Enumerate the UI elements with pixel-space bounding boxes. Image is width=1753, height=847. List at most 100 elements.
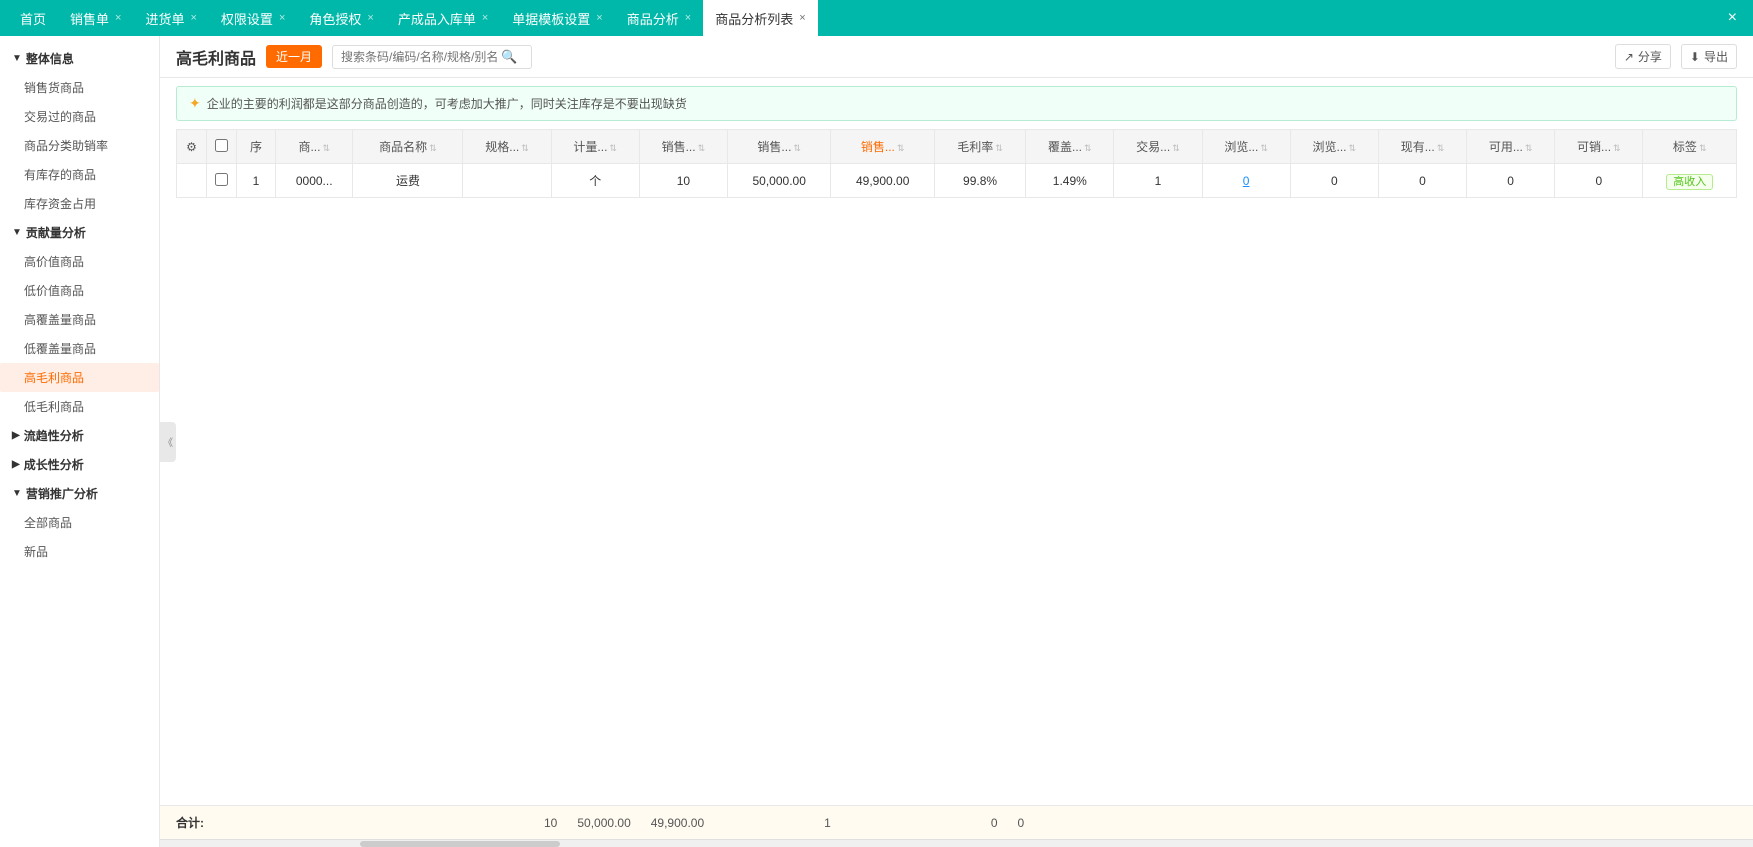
col-sale-amt[interactable]: 销售...⇅ <box>727 130 830 164</box>
sidebar-item-new-goods[interactable]: 新品 <box>0 537 159 566</box>
sidebar-item-traded-goods[interactable]: 交易过的商品 <box>0 102 159 131</box>
cell-sale-amt2: 49,900.00 <box>831 164 934 198</box>
sidebar-item-in-stock[interactable]: 有库存的商品 <box>0 160 159 189</box>
sidebar-item-category-rate[interactable]: 商品分类助销率 <box>0 131 159 160</box>
export-button[interactable]: ⬇ 导出 <box>1681 44 1737 69</box>
col-spec[interactable]: 规格...⇅ <box>463 130 551 164</box>
row-checkbox[interactable] <box>215 173 228 186</box>
top-navigation: 首页 销售单 × 进货单 × 权限设置 × 角色授权 × 产成品入库单 × 单据… <box>0 0 1753 36</box>
cell-check[interactable] <box>207 164 237 198</box>
nav-roles[interactable]: 角色授权 × <box>297 0 385 36</box>
cell-code: 0000... <box>275 164 352 198</box>
search-box: 🔍 <box>332 45 532 69</box>
arrow-icon: ▼ <box>12 53 22 64</box>
sidebar-item-high-margin[interactable]: 高毛利商品 <box>0 363 159 392</box>
footer-available: 0 <box>1018 816 1025 830</box>
arrow-icon-3: ▶ <box>12 430 20 441</box>
sidebar-item-stock-capital[interactable]: 库存资金占用 <box>0 189 159 218</box>
nav-permissions[interactable]: 权限设置 × <box>209 0 297 36</box>
cell-unit: 个 <box>551 164 639 198</box>
cell-spec <box>463 164 551 198</box>
sidebar-group-contribution[interactable]: ▼ 贡献量分析 <box>0 218 159 247</box>
close-permissions-tab[interactable]: × <box>279 12 285 24</box>
col-trade[interactable]: 交易...⇅ <box>1114 130 1202 164</box>
sidebar-group-overview[interactable]: ▼ 整体信息 <box>0 44 159 73</box>
table-row: 1 0000... 运费 个 10 50,000.00 49,900.00 99… <box>177 164 1737 198</box>
sidebar-group-marketing[interactable]: ▼ 营销推广分析 <box>0 479 159 508</box>
sidebar-item-low-margin[interactable]: 低毛利商品 <box>0 392 159 421</box>
select-all-checkbox[interactable] <box>215 139 228 152</box>
col-sale-amt2[interactable]: 销售...⇅ <box>831 130 934 164</box>
info-icon: ✦ <box>189 95 201 112</box>
close-template-tab[interactable]: × <box>596 12 602 24</box>
cell-tag: 高收入 <box>1643 164 1737 198</box>
arrow-icon-2: ▼ <box>12 227 22 238</box>
close-sales-tab[interactable]: × <box>115 12 121 24</box>
col-current[interactable]: 现有...⇅ <box>1378 130 1466 164</box>
collapse-sidebar-button[interactable]: 《 <box>160 422 176 462</box>
cell-trade: 1 <box>1114 164 1202 198</box>
col-browse2[interactable]: 浏览...⇅ <box>1290 130 1378 164</box>
col-saleable[interactable]: 可销...⇅ <box>1555 130 1643 164</box>
page-title: 高毛利商品 <box>176 45 256 69</box>
sidebar: ▼ 整体信息 销售货商品 交易过的商品 商品分类助销率 有库存的商品 库存资金占… <box>0 36 160 847</box>
sidebar-item-low-coverage[interactable]: 低覆盖量商品 <box>0 334 159 363</box>
cell-gross-rate: 99.8% <box>934 164 1025 198</box>
col-sale-qty[interactable]: 销售...⇅ <box>639 130 727 164</box>
close-product-analysis-list-tab[interactable]: × <box>799 12 805 24</box>
main-layout: ▼ 整体信息 销售货商品 交易过的商品 商品分类助销率 有库存的商品 库存资金占… <box>0 36 1753 847</box>
col-name[interactable]: 商品名称⇅ <box>353 130 463 164</box>
cell-browse2: 0 <box>1290 164 1378 198</box>
nav-product-analysis[interactable]: 商品分析 × <box>615 0 703 36</box>
col-unit[interactable]: 计量...⇅ <box>551 130 639 164</box>
cell-browse1[interactable]: 0 <box>1202 164 1290 198</box>
arrow-icon-4: ▶ <box>12 459 20 470</box>
close-roles-tab[interactable]: × <box>367 12 373 24</box>
sidebar-group-trend[interactable]: ▶ 流趋性分析 <box>0 421 159 450</box>
cell-seq: 1 <box>237 164 276 198</box>
close-purchase-tab[interactable]: × <box>190 12 196 24</box>
close-product-analysis-tab[interactable]: × <box>685 12 691 24</box>
sidebar-item-sales-goods[interactable]: 销售货商品 <box>0 73 159 102</box>
nav-purchase[interactable]: 进货单 × <box>133 0 208 36</box>
scrollbar-thumb[interactable] <box>360 841 560 847</box>
tag-badge: 高收入 <box>1666 174 1713 190</box>
nav-home[interactable]: 首页 <box>8 0 58 36</box>
col-tag[interactable]: 标签⇅ <box>1643 130 1737 164</box>
search-icon[interactable]: 🔍 <box>501 49 517 65</box>
nav-sales[interactable]: 销售单 × <box>58 0 133 36</box>
footer-trade: 1 <box>824 816 831 830</box>
footer-sale-amt: 50,000.00 <box>577 816 630 830</box>
cell-available: 0 <box>1467 164 1555 198</box>
close-product-in-tab[interactable]: × <box>482 12 488 24</box>
nav-product-in[interactable]: 产成品入库单 × <box>386 0 500 36</box>
table-header-row: ⚙ 序 商...⇅ 商品名称⇅ 规格...⇅ 计量...⇅ 销售...⇅ 销售.… <box>177 130 1737 164</box>
nav-template[interactable]: 单据模板设置 × <box>500 0 614 36</box>
col-browse1[interactable]: 浏览...⇅ <box>1202 130 1290 164</box>
cell-name: 运费 <box>353 164 463 198</box>
col-check <box>207 130 237 164</box>
col-available[interactable]: 可用...⇅ <box>1467 130 1555 164</box>
cell-sale-amt: 50,000.00 <box>727 164 830 198</box>
search-input[interactable] <box>341 50 501 64</box>
sidebar-group-growth[interactable]: ▶ 成长性分析 <box>0 450 159 479</box>
footer-bar: 合计: 10 50,000.00 49,900.00 1 0 0 <box>160 805 1753 839</box>
time-filter-button[interactable]: 近一月 <box>266 45 322 68</box>
col-code[interactable]: 商...⇅ <box>275 130 352 164</box>
close-all-button[interactable]: × <box>1720 9 1745 27</box>
table-container: ⚙ 序 商...⇅ 商品名称⇅ 规格...⇅ 计量...⇅ 销售...⇅ 销售.… <box>160 129 1753 805</box>
sidebar-item-high-coverage[interactable]: 高覆盖量商品 <box>0 305 159 334</box>
col-settings[interactable]: ⚙ <box>177 130 207 164</box>
nav-product-analysis-list[interactable]: 商品分析列表 × <box>703 0 817 36</box>
col-coverage[interactable]: 覆盖...⇅ <box>1026 130 1114 164</box>
cell-current: 0 <box>1378 164 1466 198</box>
horizontal-scrollbar[interactable] <box>160 839 1753 847</box>
export-icon: ⬇ <box>1690 50 1700 64</box>
sidebar-item-high-value[interactable]: 高价值商品 <box>0 247 159 276</box>
sidebar-item-all-goods[interactable]: 全部商品 <box>0 508 159 537</box>
col-gross-rate[interactable]: 毛利率⇅ <box>934 130 1025 164</box>
cell-sale-qty: 10 <box>639 164 727 198</box>
sidebar-item-low-value[interactable]: 低价值商品 <box>0 276 159 305</box>
share-button[interactable]: ↗ 分享 <box>1615 44 1671 69</box>
info-banner: ✦ 企业的主要的利润都是这部分商品创造的，可考虑加大推广，同时关注库存是不要出现… <box>176 86 1737 121</box>
